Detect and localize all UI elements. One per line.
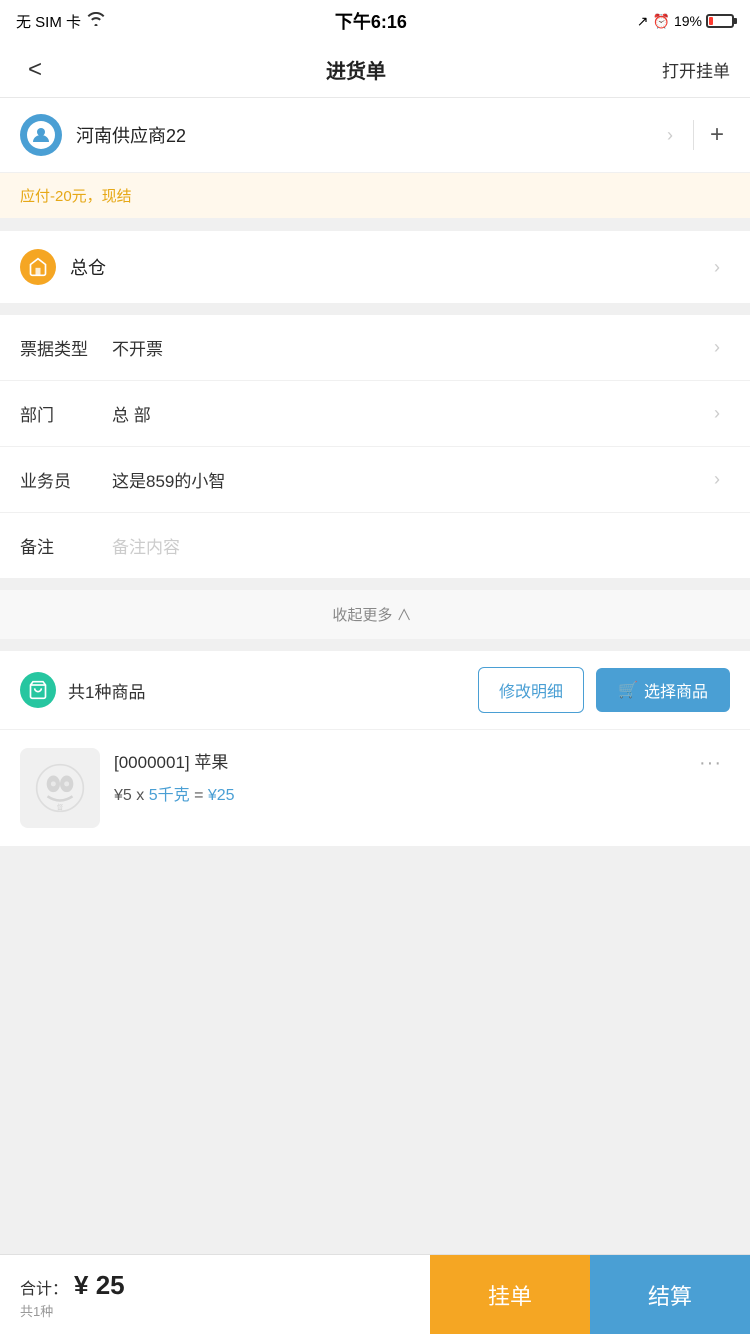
page-title: 进货单 <box>326 55 386 84</box>
product-header: 共1种商品 修改明细 🛒 选择商品 <box>0 651 750 730</box>
wifi-icon <box>87 12 105 30</box>
total-amount: ¥ 25 <box>74 1270 125 1301</box>
salesperson-chevron-icon: › <box>714 469 720 490</box>
salesperson-label: 业务员 <box>20 467 100 492</box>
product-info: [0000001] 苹果 ¥5 x 5千克 = ¥25 <box>114 748 691 805</box>
total-area: 合计： ¥ 25 共1种 <box>0 1255 430 1334</box>
content-area: 河南供应商22 › + 应付-20元，现结 总仓 › 票据类型 不开票 › <box>0 98 750 949</box>
invoice-type-value: 不开票 <box>100 335 714 360</box>
collapse-toggle[interactable]: 收起更多 ∧ <box>0 590 750 639</box>
warehouse-section: 总仓 › <box>0 231 750 303</box>
products-section: 共1种商品 修改明细 🛒 选择商品 督 <box>0 651 750 847</box>
supplier-row[interactable]: 河南供应商22 › + <box>0 98 750 173</box>
notice-banner: 应付-20元，现结 <box>0 173 750 219</box>
supplier-chevron-icon: › <box>667 125 673 146</box>
price-qty: 5千克 <box>149 787 190 804</box>
product-code: [0000001] <box>114 753 190 772</box>
battery-percentage: 19% <box>674 13 702 29</box>
bottom-bar: 合计： ¥ 25 共1种 挂单 结算 <box>0 1254 750 1334</box>
salesperson-row[interactable]: 业务员 这是859的小智 › <box>0 447 750 513</box>
invoice-type-row[interactable]: 票据类型 不开票 › <box>0 315 750 381</box>
supplier-name: 河南供应商22 <box>76 122 667 148</box>
status-time: 下午6:16 <box>335 8 407 34</box>
avatar-inner <box>27 121 55 149</box>
select-product-icon: 🛒 <box>618 680 638 700</box>
svg-text:督: 督 <box>57 803 64 812</box>
product-thumbnail: 督 <box>20 748 100 828</box>
status-bar: 无 SIM 卡 下午6:16 ↗ ⏰ 19% <box>0 0 750 42</box>
nav-bar: < 进货单 打开挂单 <box>0 42 750 98</box>
status-left: 无 SIM 卡 <box>16 11 105 32</box>
supplier-avatar <box>20 114 62 156</box>
remark-label: 备注 <box>20 533 100 558</box>
supplier-divider <box>693 120 694 150</box>
product-item: 督 [0000001] 苹果 ¥5 x 5千克 = ¥25 ··· <box>0 730 750 847</box>
suspend-button[interactable]: 挂单 <box>430 1255 590 1334</box>
warehouse-icon <box>20 249 56 285</box>
open-pending-button[interactable]: 打开挂单 <box>662 57 730 82</box>
product-count-text: 共1种商品 <box>68 678 478 703</box>
price-unit: ¥5 <box>114 787 132 804</box>
edit-detail-button[interactable]: 修改明细 <box>478 667 584 713</box>
product-more-button[interactable]: ··· <box>691 748 730 779</box>
status-right: ↗ ⏰ 19% <box>637 13 734 30</box>
add-supplier-button[interactable]: + <box>704 121 730 149</box>
product-count-icon <box>20 672 56 708</box>
warehouse-name: 总仓 <box>70 254 714 280</box>
carrier-label: 无 SIM 卡 <box>16 11 81 32</box>
product-name: [0000001] 苹果 <box>114 748 691 773</box>
warehouse-chevron-icon: › <box>714 257 720 278</box>
salesperson-value: 这是859的小智 <box>100 467 714 492</box>
checkout-button[interactable]: 结算 <box>590 1255 750 1334</box>
location-icon: ↗ <box>637 13 649 30</box>
total-label: 合计： ¥ 25 <box>20 1270 410 1301</box>
collapse-label: 收起更多 ∧ <box>332 604 411 625</box>
product-title: 苹果 <box>194 753 228 772</box>
select-product-label: 选择商品 <box>644 678 708 702</box>
warehouse-row[interactable]: 总仓 › <box>0 231 750 303</box>
remark-row[interactable]: 备注 备注内容 <box>0 513 750 578</box>
department-chevron-icon: › <box>714 403 720 424</box>
notice-text: 应付-20元，现结 <box>20 188 132 205</box>
back-button[interactable]: < <box>20 48 50 92</box>
remark-placeholder: 备注内容 <box>100 533 730 558</box>
alarm-icon: ⏰ <box>653 13 670 30</box>
product-price: ¥5 x 5千克 = ¥25 <box>114 781 691 805</box>
select-product-button[interactable]: 🛒 选择商品 <box>596 668 730 712</box>
department-value: 总 部 <box>100 401 714 426</box>
battery-icon <box>706 14 734 28</box>
supplier-section: 河南供应商22 › + 应付-20元，现结 <box>0 98 750 219</box>
total-sub: 共1种 <box>20 1301 410 1320</box>
price-total: ¥25 <box>208 787 235 804</box>
form-section: 票据类型 不开票 › 部门 总 部 › 业务员 这是859的小智 › 备注 备注 <box>0 315 750 578</box>
department-row[interactable]: 部门 总 部 › <box>0 381 750 447</box>
department-label: 部门 <box>20 401 100 426</box>
total-prefix: 合计： <box>20 1275 68 1299</box>
invoice-type-label: 票据类型 <box>20 335 100 360</box>
invoice-chevron-icon: › <box>714 337 720 358</box>
